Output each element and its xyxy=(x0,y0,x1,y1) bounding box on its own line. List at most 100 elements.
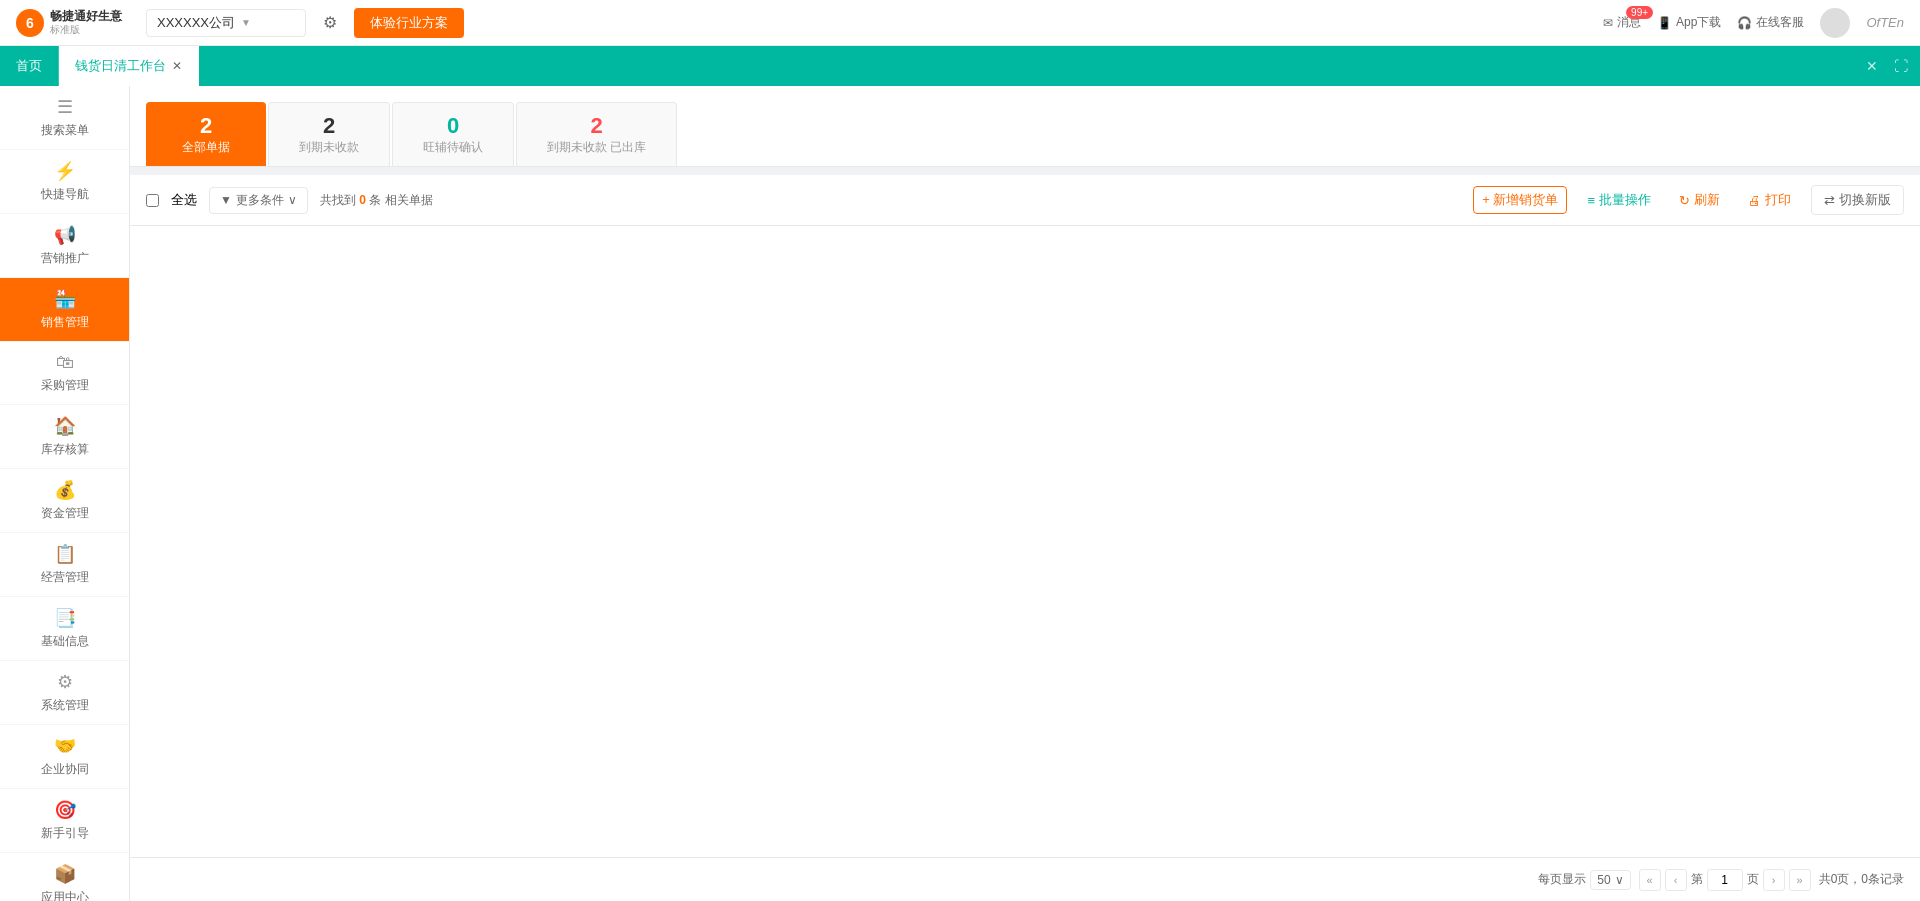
headset-icon: 🎧 xyxy=(1737,16,1752,30)
print-label: 打印 xyxy=(1765,191,1791,209)
print-button[interactable]: 🖨 打印 xyxy=(1740,187,1799,213)
sidebar-item-search[interactable]: ☰ 搜索菜单 xyxy=(0,86,129,150)
sidebar-item-enterprise[interactable]: 🤝 企业协同 xyxy=(0,725,129,789)
tab-fullscreen-icon[interactable]: ⛶ xyxy=(1890,54,1912,78)
refresh-button[interactable]: ↻ 刷新 xyxy=(1671,187,1728,213)
switch-version-button[interactable]: ⇄ 切换新版 xyxy=(1811,185,1904,215)
tab-close-all-icon[interactable]: ✕ xyxy=(1862,54,1882,78)
page-input[interactable] xyxy=(1707,869,1743,891)
prev-page-button[interactable]: ‹ xyxy=(1665,869,1687,891)
experience-button[interactable]: 体验行业方案 xyxy=(354,8,464,38)
logo-main-text: 畅捷通好生意 xyxy=(50,9,122,23)
stat-label-wangfu: 旺辅待确认 xyxy=(423,139,483,156)
page-size-value: 50 xyxy=(1597,873,1610,887)
page-size-arrow-icon: ∨ xyxy=(1615,873,1624,887)
user-avatar-area[interactable] xyxy=(1820,8,1850,38)
purchase-icon: 🛍 xyxy=(56,352,74,373)
company-name: XXXXXX公司 xyxy=(157,14,235,32)
page-size-label: 每页显示 xyxy=(1538,871,1586,888)
sidebar-item-inventory[interactable]: 🏠 库存核算 xyxy=(0,405,129,469)
work-tab-label: 钱货日清工作台 xyxy=(75,57,166,75)
first-page-button[interactable]: « xyxy=(1639,869,1661,891)
sidebar-item-sales[interactable]: 🏪 销售管理 xyxy=(0,278,129,342)
stat-num-all: 2 xyxy=(200,113,212,139)
refresh-icon: ↻ xyxy=(1679,193,1690,208)
filter-icon: ▼ xyxy=(220,193,232,207)
online-service-button[interactable]: 🎧 在线客服 xyxy=(1737,14,1804,31)
settings-icon[interactable]: ⚙ xyxy=(314,7,346,39)
inventory-icon: 🏠 xyxy=(54,415,76,437)
app-download-button[interactable]: 📱 App下载 xyxy=(1657,14,1721,31)
sidebar-label-app-center: 应用中心 xyxy=(41,889,89,901)
sidebar-label-system: 系统管理 xyxy=(41,697,89,714)
sidebar-item-marketing[interactable]: 📢 营销推广 xyxy=(0,214,129,278)
main-layout: ☰ 搜索菜单 ⚡ 快捷导航 📢 营销推广 🏪 销售管理 🛍 采购管理 🏠 库存核… xyxy=(0,86,1920,901)
sidebar-label-enterprise: 企业协同 xyxy=(41,761,89,778)
sidebar: ☰ 搜索菜单 ⚡ 快捷导航 📢 营销推广 🏪 销售管理 🛍 采购管理 🏠 库存核… xyxy=(0,86,130,901)
found-count: 0 xyxy=(359,193,366,207)
page-size-select: 每页显示 50 ∨ xyxy=(1538,870,1630,890)
select-all-label: 全选 xyxy=(171,191,197,209)
found-text: 共找到 0 条 相关单据 xyxy=(320,192,433,209)
message-button[interactable]: ✉ 消息 99+ xyxy=(1603,14,1641,31)
sidebar-item-operation[interactable]: 📋 经营管理 xyxy=(0,533,129,597)
tab-bar: 首页 钱货日清工作台 ✕ ✕ ⛶ xyxy=(0,46,1920,86)
stat-tab-shipped[interactable]: 2 到期未收款 已出库 xyxy=(516,102,677,166)
logo-area: 6 畅捷通好生意 标准版 xyxy=(16,9,146,37)
logo-sub-text: 标准版 xyxy=(50,24,122,36)
toolbar: 全选 ▼ 更多条件 ∨ 共找到 0 条 相关单据 + 新增销货单 ≡ 批量操作 xyxy=(130,175,1920,226)
sidebar-item-guide[interactable]: 🎯 新手引导 xyxy=(0,789,129,853)
content-area: 2 全部单据 2 到期未收款 0 旺辅待确认 2 到期未收款 已出库 xyxy=(130,86,1920,901)
stat-label-shipped: 到期未收款 已出库 xyxy=(547,139,646,156)
stat-num-overdue: 2 xyxy=(323,113,335,139)
stat-tab-overdue[interactable]: 2 到期未收款 xyxy=(268,102,390,166)
stat-num-wangfu: 0 xyxy=(447,113,459,139)
next-page-button[interactable]: › xyxy=(1763,869,1785,891)
sidebar-item-system[interactable]: ⚙ 系统管理 xyxy=(0,661,129,725)
total-text: 共0页，0条记录 xyxy=(1819,871,1904,888)
sidebar-label-sales: 销售管理 xyxy=(41,314,89,331)
stat-tab-all[interactable]: 2 全部单据 xyxy=(146,102,266,166)
new-sale-button[interactable]: + 新增销货单 xyxy=(1473,186,1567,214)
quick-nav-icon: ⚡ xyxy=(54,160,76,182)
app-download-label: App下载 xyxy=(1676,14,1721,31)
new-sale-label: + 新增销货单 xyxy=(1482,191,1558,209)
found-unit: 条 xyxy=(369,193,381,207)
sidebar-item-quick-nav[interactable]: ⚡ 快捷导航 xyxy=(0,150,129,214)
marketing-icon: 📢 xyxy=(54,224,76,246)
table-area xyxy=(130,226,1920,857)
filter-label: 更多条件 xyxy=(236,192,284,209)
operation-icon: 📋 xyxy=(54,543,76,565)
last-page-button[interactable]: » xyxy=(1789,869,1811,891)
sidebar-item-app-center[interactable]: 📦 应用中心 xyxy=(0,853,129,901)
app-download-icon: 📱 xyxy=(1657,16,1672,30)
filter-button[interactable]: ▼ 更多条件 ∨ xyxy=(209,187,308,214)
header-right: ✉ 消息 99+ 📱 App下载 🎧 在线客服 OfTEn xyxy=(1603,8,1904,38)
stat-label-all: 全部单据 xyxy=(182,139,230,156)
select-all-checkbox[interactable] xyxy=(146,194,159,207)
switch-icon: ⇄ xyxy=(1824,193,1835,208)
tab-close-icon[interactable]: ✕ xyxy=(172,59,182,73)
company-selector[interactable]: XXXXXX公司 ▼ xyxy=(146,9,306,37)
sidebar-label-search: 搜索菜单 xyxy=(41,122,89,139)
search-menu-icon: ☰ xyxy=(57,96,73,118)
top-header: 6 畅捷通好生意 标准版 XXXXXX公司 ▼ ⚙ 体验行业方案 ✉ 消息 99… xyxy=(0,0,1920,46)
home-tab-label: 首页 xyxy=(16,57,42,75)
sidebar-item-basic-info[interactable]: 📑 基础信息 xyxy=(0,597,129,661)
sidebar-item-finance[interactable]: 💰 资金管理 xyxy=(0,469,129,533)
print-icon: 🖨 xyxy=(1748,193,1761,208)
message-badge: 99+ xyxy=(1626,6,1653,19)
tab-qianhuowork[interactable]: 钱货日清工作台 ✕ xyxy=(59,46,199,86)
toolbar-right: + 新增销货单 ≡ 批量操作 ↻ 刷新 🖨 打印 ⇄ 切换新版 xyxy=(1473,185,1904,215)
page-nav: « ‹ 第 页 › » xyxy=(1639,869,1811,891)
sidebar-label-basic-info: 基础信息 xyxy=(41,633,89,650)
batch-label: 批量操作 xyxy=(1599,191,1651,209)
user-avatar xyxy=(1820,8,1850,38)
stat-tab-wangfu[interactable]: 0 旺辅待确认 xyxy=(392,102,514,166)
tab-home[interactable]: 首页 xyxy=(0,46,59,86)
batch-action-button[interactable]: ≡ 批量操作 xyxy=(1579,187,1659,213)
stats-tab-row: 2 全部单据 2 到期未收款 0 旺辅待确认 2 到期未收款 已出库 xyxy=(146,102,1904,166)
stat-label-overdue: 到期未收款 xyxy=(299,139,359,156)
sidebar-item-purchase[interactable]: 🛍 采购管理 xyxy=(0,342,129,405)
page-size-dropdown[interactable]: 50 ∨ xyxy=(1590,870,1630,890)
